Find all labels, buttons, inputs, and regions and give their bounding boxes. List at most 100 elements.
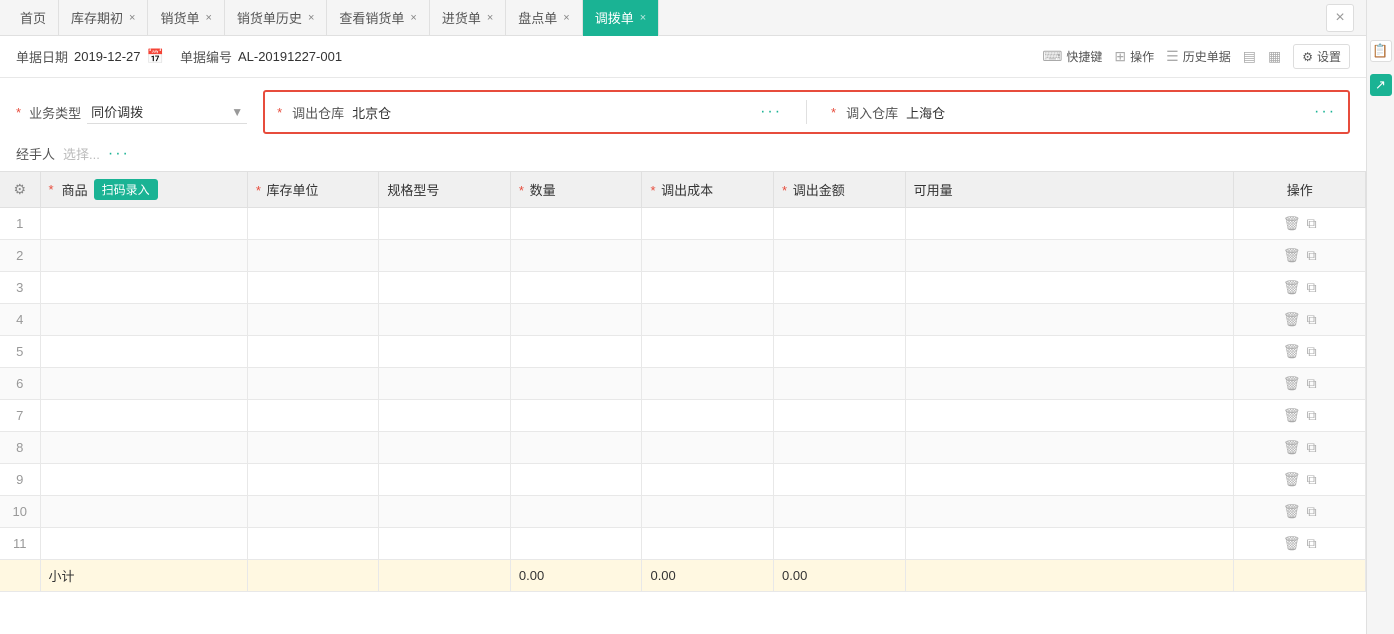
delete-icon[interactable]: 🗑 xyxy=(1283,535,1301,552)
row-product[interactable] xyxy=(40,496,247,528)
tab-sales-history[interactable]: 销货单历史 × xyxy=(225,0,327,36)
row-cost[interactable] xyxy=(642,336,774,368)
row-unit[interactable] xyxy=(247,336,379,368)
row-amount[interactable] xyxy=(774,400,906,432)
copy-icon[interactable]: ⧉ xyxy=(1307,439,1317,456)
row-spec[interactable] xyxy=(379,272,511,304)
column-header-gear[interactable]: ⚙ xyxy=(0,172,40,208)
row-cost[interactable] xyxy=(642,272,774,304)
copy-icon[interactable]: ⧉ xyxy=(1307,215,1317,232)
row-cost[interactable] xyxy=(642,304,774,336)
row-spec[interactable] xyxy=(379,432,511,464)
table-gear-icon[interactable]: ⚙ xyxy=(13,181,26,197)
delete-icon[interactable]: 🗑 xyxy=(1283,407,1301,424)
row-spec[interactable] xyxy=(379,208,511,240)
row-quantity[interactable] xyxy=(510,368,642,400)
row-unit[interactable] xyxy=(247,368,379,400)
row-cost[interactable] xyxy=(642,208,774,240)
row-product[interactable] xyxy=(40,336,247,368)
row-cost[interactable] xyxy=(642,240,774,272)
tab-close-sales-order[interactable]: × xyxy=(205,12,211,24)
history-button[interactable]: ☰ 历史单据 xyxy=(1166,48,1231,65)
in-warehouse-more-button[interactable]: ··· xyxy=(1314,103,1336,121)
row-cost[interactable] xyxy=(642,496,774,528)
row-available[interactable] xyxy=(905,240,1234,272)
row-available[interactable] xyxy=(905,432,1234,464)
row-product[interactable] xyxy=(40,240,247,272)
row-product[interactable] xyxy=(40,304,247,336)
row-quantity[interactable] xyxy=(510,528,642,560)
row-amount[interactable] xyxy=(774,528,906,560)
row-product[interactable] xyxy=(40,400,247,432)
row-quantity[interactable] xyxy=(510,400,642,432)
row-unit[interactable] xyxy=(247,400,379,432)
row-spec[interactable] xyxy=(379,368,511,400)
row-amount[interactable] xyxy=(774,272,906,304)
row-quantity[interactable] xyxy=(510,496,642,528)
tab-view-sales[interactable]: 查看销货单 × xyxy=(327,0,429,36)
calendar-icon[interactable]: 📅 xyxy=(147,48,164,65)
shortcut-button[interactable]: ⌨ 快捷键 xyxy=(1042,48,1102,65)
tab-sales-order[interactable]: 销货单 × xyxy=(148,0,224,36)
row-cost[interactable] xyxy=(642,368,774,400)
row-unit[interactable] xyxy=(247,272,379,304)
row-product[interactable] xyxy=(40,272,247,304)
row-quantity[interactable] xyxy=(510,432,642,464)
row-unit[interactable] xyxy=(247,496,379,528)
row-amount[interactable] xyxy=(774,464,906,496)
handler-select[interactable]: 选择... xyxy=(63,144,100,163)
business-type-select[interactable]: 同价调拨 ▼ xyxy=(87,100,247,124)
copy-icon[interactable]: ⧉ xyxy=(1307,343,1317,360)
grid-button[interactable]: ▦ xyxy=(1268,48,1281,65)
delete-icon[interactable]: 🗑 xyxy=(1283,503,1301,520)
handler-more-button[interactable]: ··· xyxy=(108,145,130,163)
copy-icon[interactable]: ⧉ xyxy=(1307,407,1317,424)
row-spec[interactable] xyxy=(379,528,511,560)
row-cost[interactable] xyxy=(642,528,774,560)
row-available[interactable] xyxy=(905,368,1234,400)
row-cost[interactable] xyxy=(642,464,774,496)
copy-icon[interactable]: ⧉ xyxy=(1307,311,1317,328)
row-available[interactable] xyxy=(905,528,1234,560)
row-unit[interactable] xyxy=(247,208,379,240)
row-quantity[interactable] xyxy=(510,240,642,272)
row-amount[interactable] xyxy=(774,432,906,464)
row-cost[interactable] xyxy=(642,432,774,464)
delete-icon[interactable]: 🗑 xyxy=(1283,471,1301,488)
delete-icon[interactable]: 🗑 xyxy=(1283,279,1301,296)
delete-icon[interactable]: 🗑 xyxy=(1283,375,1301,392)
row-unit[interactable] xyxy=(247,432,379,464)
row-quantity[interactable] xyxy=(510,208,642,240)
tab-close-inventory-check[interactable]: × xyxy=(563,12,569,24)
row-amount[interactable] xyxy=(774,304,906,336)
delete-icon[interactable]: 🗑 xyxy=(1283,311,1301,328)
row-unit[interactable] xyxy=(247,304,379,336)
row-available[interactable] xyxy=(905,496,1234,528)
tab-close-transfer-order[interactable]: × xyxy=(640,12,646,24)
copy-icon[interactable]: ⧉ xyxy=(1307,375,1317,392)
row-cost[interactable] xyxy=(642,400,774,432)
tab-close-purchase-order[interactable]: × xyxy=(487,12,493,24)
scan-entry-button[interactable]: 扫码录入 xyxy=(94,179,158,200)
delete-icon[interactable]: 🗑 xyxy=(1283,247,1301,264)
copy-icon[interactable]: ⧉ xyxy=(1307,247,1317,264)
tab-purchase-order[interactable]: 进货单 × xyxy=(430,0,506,36)
delete-icon[interactable]: 🗑 xyxy=(1283,439,1301,456)
delete-icon[interactable]: 🗑 xyxy=(1283,215,1301,232)
copy-icon[interactable]: ⧉ xyxy=(1307,279,1317,296)
tab-home[interactable]: 首页 xyxy=(8,0,59,36)
row-spec[interactable] xyxy=(379,400,511,432)
row-spec[interactable] xyxy=(379,304,511,336)
row-unit[interactable] xyxy=(247,528,379,560)
row-available[interactable] xyxy=(905,304,1234,336)
row-available[interactable] xyxy=(905,208,1234,240)
tab-transfer-order[interactable]: 调拨单 × xyxy=(583,0,659,36)
tab-inventory-init[interactable]: 库存期初 × xyxy=(59,0,148,36)
row-product[interactable] xyxy=(40,432,247,464)
row-quantity[interactable] xyxy=(510,304,642,336)
tab-inventory-check[interactable]: 盘点单 × xyxy=(506,0,582,36)
row-amount[interactable] xyxy=(774,208,906,240)
row-available[interactable] xyxy=(905,400,1234,432)
tab-close-view-sales[interactable]: × xyxy=(410,12,416,24)
row-spec[interactable] xyxy=(379,464,511,496)
